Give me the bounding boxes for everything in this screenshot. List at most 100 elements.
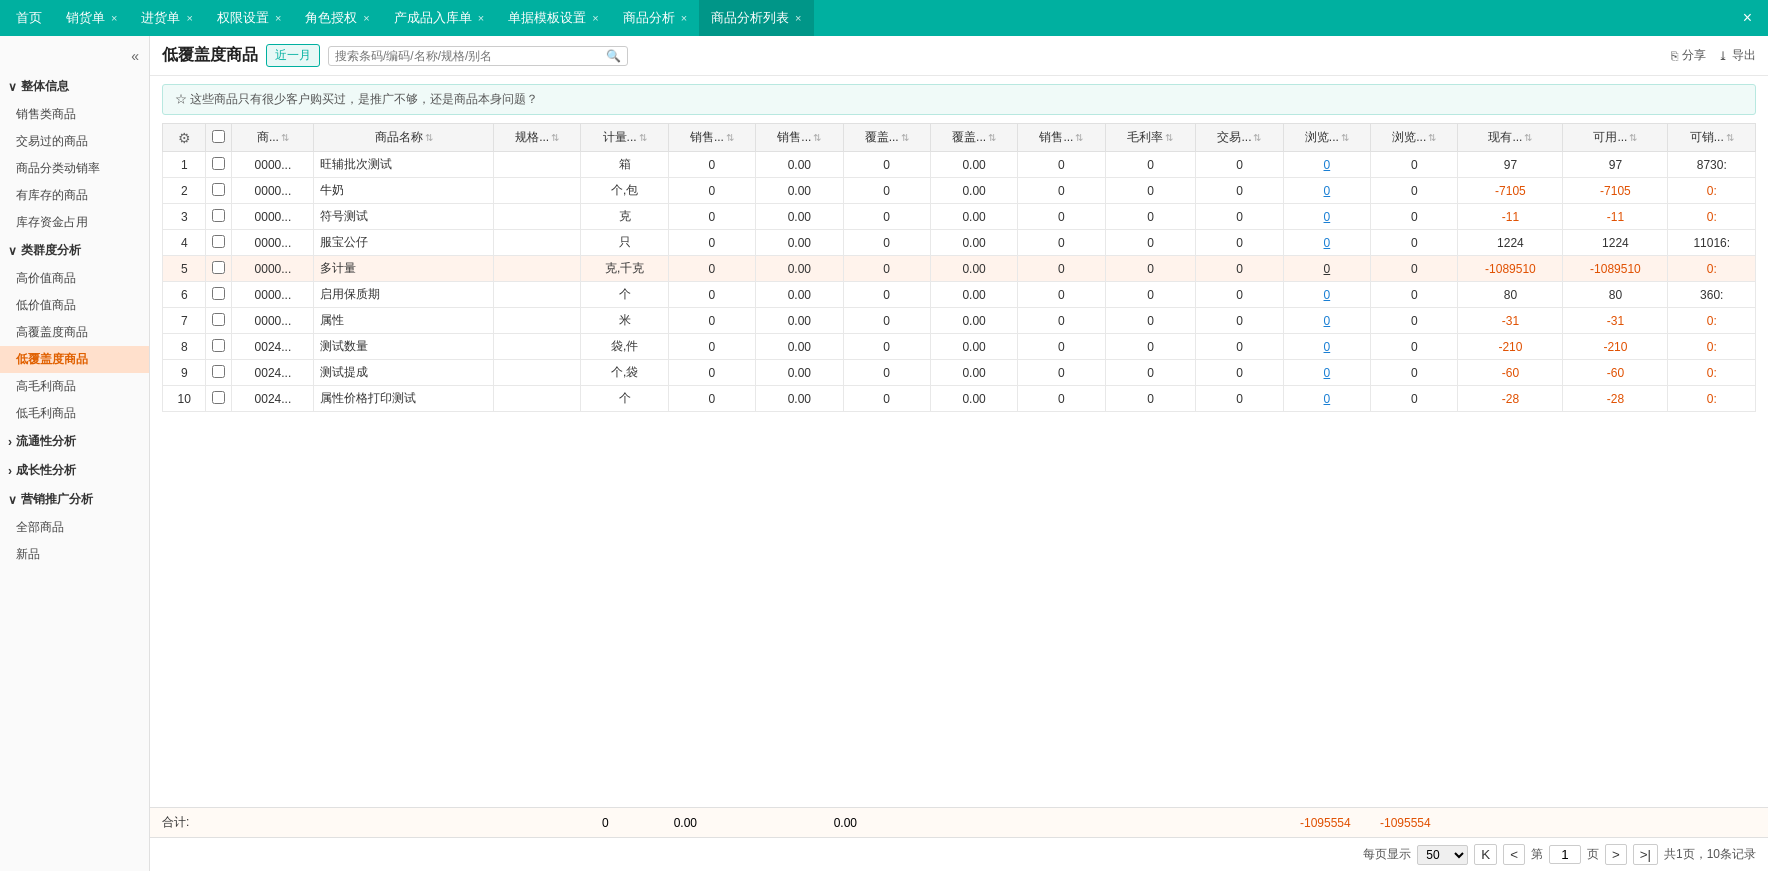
page-number-input[interactable] — [1549, 845, 1581, 864]
row-checkbox-cell[interactable] — [206, 386, 232, 412]
sidebar-item-category-rate[interactable]: 商品分类动销率 — [0, 155, 149, 182]
nav-template-settings[interactable]: 单据模板设置 × — [496, 0, 610, 36]
row-browse1[interactable]: 0 — [1283, 178, 1370, 204]
row-checkbox-cell[interactable] — [206, 230, 232, 256]
sidebar-item-all-products[interactable]: 全部商品 — [0, 514, 149, 541]
row-checkbox-cell[interactable] — [206, 204, 232, 230]
next-page-button[interactable]: > — [1605, 844, 1627, 865]
nav-product-warehouse[interactable]: 产成品入库单 × — [382, 0, 496, 36]
column-cover2[interactable]: 覆盖...⇅ — [930, 124, 1017, 152]
sidebar-group-cluster[interactable]: ∨ 类群度分析 — [0, 236, 149, 265]
row-checkbox-cell[interactable] — [206, 334, 232, 360]
row-browse1[interactable]: 0 — [1283, 230, 1370, 256]
column-unit[interactable]: 计量...⇅ — [581, 124, 668, 152]
row-checkbox[interactable] — [212, 365, 225, 378]
column-avail[interactable]: 可用...⇅ — [1563, 124, 1668, 152]
row-checkbox-cell[interactable] — [206, 256, 232, 282]
row-checkbox[interactable] — [212, 235, 225, 248]
row-browse1[interactable]: 0 — [1283, 256, 1370, 282]
sidebar-item-high-coverage[interactable]: 高覆盖度商品 — [0, 319, 149, 346]
sidebar-group-overall[interactable]: ∨ 整体信息 — [0, 72, 149, 101]
close-icon[interactable]: × — [111, 12, 117, 24]
column-sale2[interactable]: 销售...⇅ — [1018, 124, 1105, 152]
column-cover1[interactable]: 覆盖...⇅ — [843, 124, 930, 152]
column-spec[interactable]: 规格...⇅ — [494, 124, 581, 152]
close-icon[interactable]: × — [795, 12, 801, 24]
row-checkbox-cell[interactable] — [206, 152, 232, 178]
column-sale-qty[interactable]: 销售...⇅ — [668, 124, 755, 152]
row-browse1[interactable]: 0 — [1283, 360, 1370, 386]
sidebar-item-stock-funds[interactable]: 库存资金占用 — [0, 209, 149, 236]
column-sale-amt[interactable]: 销售...⇅ — [756, 124, 843, 152]
column-browse1[interactable]: 浏览...⇅ — [1283, 124, 1370, 152]
nav-home[interactable]: 首页 — [4, 0, 54, 36]
export-button[interactable]: ⤓ 导出 — [1718, 47, 1756, 64]
row-checkbox[interactable] — [212, 261, 225, 274]
row-checkbox-cell[interactable] — [206, 178, 232, 204]
first-page-button[interactable]: K — [1474, 844, 1497, 865]
sidebar-collapse-button[interactable]: « — [127, 44, 143, 68]
column-browse2[interactable]: 浏览...⇅ — [1371, 124, 1458, 152]
nav-role-auth[interactable]: 角色授权 × — [293, 0, 381, 36]
close-icon[interactable]: × — [275, 12, 281, 24]
sidebar-item-stock-products[interactable]: 有库存的商品 — [0, 182, 149, 209]
nav-permissions[interactable]: 权限设置 × — [205, 0, 293, 36]
sidebar-group-circulation[interactable]: › 流通性分析 — [0, 427, 149, 456]
search-icon[interactable]: 🔍 — [606, 49, 621, 63]
column-gear[interactable]: ⚙ — [163, 124, 206, 152]
time-period-button[interactable]: 近一月 — [266, 44, 320, 67]
close-icon[interactable]: × — [681, 12, 687, 24]
row-browse1[interactable]: 0 — [1283, 308, 1370, 334]
row-checkbox[interactable] — [212, 287, 225, 300]
row-checkbox[interactable] — [212, 209, 225, 222]
column-checkbox[interactable] — [206, 124, 232, 152]
close-icon[interactable]: × — [363, 12, 369, 24]
per-page-select[interactable]: 5020100 — [1417, 845, 1468, 865]
sidebar-item-high-value[interactable]: 高价值商品 — [0, 265, 149, 292]
search-input[interactable] — [335, 49, 606, 63]
table-container[interactable]: ⚙ 商...⇅ 商品名称⇅ 规格...⇅ 计量...⇅ 销售...⇅ 销售...… — [150, 123, 1768, 807]
window-close-button[interactable]: × — [1731, 9, 1764, 27]
row-browse1[interactable]: 0 — [1283, 204, 1370, 230]
column-code[interactable]: 商...⇅ — [232, 124, 314, 152]
search-box[interactable]: 🔍 — [328, 46, 628, 66]
close-icon[interactable]: × — [592, 12, 598, 24]
row-checkbox[interactable] — [212, 183, 225, 196]
nav-purchase[interactable]: 进货单 × — [129, 0, 204, 36]
sidebar-item-low-coverage[interactable]: 低覆盖度商品 — [0, 346, 149, 373]
sidebar-item-traded-products[interactable]: 交易过的商品 — [0, 128, 149, 155]
select-all-checkbox[interactable] — [212, 130, 225, 143]
column-name[interactable]: 商品名称⇅ — [314, 124, 494, 152]
sidebar-item-new-products[interactable]: 新品 — [0, 541, 149, 568]
row-checkbox[interactable] — [212, 313, 225, 326]
row-browse1[interactable]: 0 — [1283, 386, 1370, 412]
column-saleable[interactable]: 可销...⇅ — [1668, 124, 1756, 152]
row-checkbox-cell[interactable] — [206, 308, 232, 334]
column-gross-rate[interactable]: 毛利率⇅ — [1105, 124, 1196, 152]
row-cover1: 0 — [843, 282, 930, 308]
close-icon[interactable]: × — [186, 12, 192, 24]
row-checkbox[interactable] — [212, 339, 225, 352]
sidebar-group-growth[interactable]: › 成长性分析 — [0, 456, 149, 485]
nav-product-analysis[interactable]: 商品分析 × — [611, 0, 699, 36]
row-checkbox-cell[interactable] — [206, 282, 232, 308]
last-page-button[interactable]: >| — [1633, 844, 1658, 865]
row-checkbox-cell[interactable] — [206, 360, 232, 386]
row-checkbox[interactable] — [212, 391, 225, 404]
row-checkbox[interactable] — [212, 157, 225, 170]
row-browse1[interactable]: 0 — [1283, 282, 1370, 308]
sidebar-item-high-margin[interactable]: 高毛利商品 — [0, 373, 149, 400]
row-browse1[interactable]: 0 — [1283, 334, 1370, 360]
column-stock[interactable]: 现有...⇅ — [1458, 124, 1563, 152]
sidebar-item-low-value[interactable]: 低价值商品 — [0, 292, 149, 319]
sidebar-item-low-margin[interactable]: 低毛利商品 — [0, 400, 149, 427]
sidebar-group-marketing[interactable]: ∨ 营销推广分析 — [0, 485, 149, 514]
column-trade[interactable]: 交易...⇅ — [1196, 124, 1283, 152]
close-icon[interactable]: × — [478, 12, 484, 24]
share-button[interactable]: ⎘ 分享 — [1671, 47, 1706, 64]
sidebar-item-sales-products[interactable]: 销售类商品 — [0, 101, 149, 128]
nav-sales[interactable]: 销货单 × — [54, 0, 129, 36]
nav-product-analysis-list[interactable]: 商品分析列表 × — [699, 0, 813, 36]
row-browse1[interactable]: 0 — [1283, 152, 1370, 178]
prev-page-button[interactable]: < — [1503, 844, 1525, 865]
